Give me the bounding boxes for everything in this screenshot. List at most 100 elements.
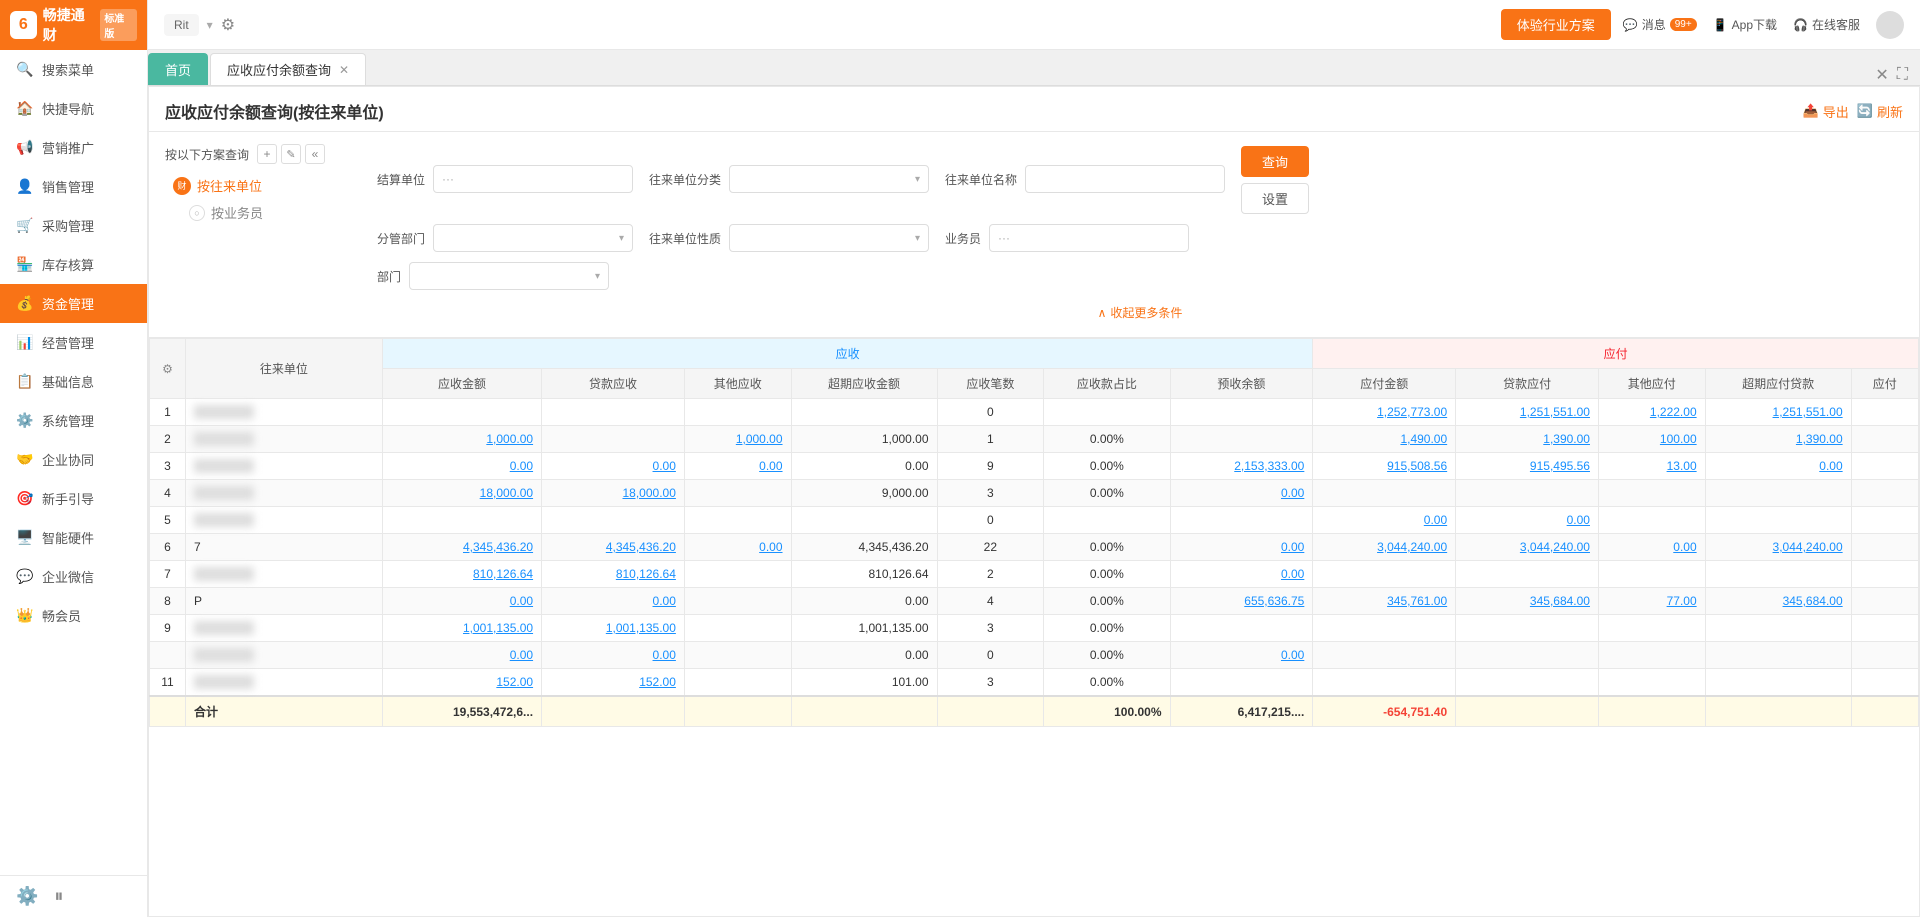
collapse-scheme-button[interactable]: « <box>305 144 325 164</box>
table-cell[interactable]: 655,636.75 <box>1170 588 1313 615</box>
gear-icon[interactable]: ⚙ <box>221 15 235 35</box>
table-cell[interactable]: 0.00 <box>1705 453 1851 480</box>
partner-nature-select[interactable]: ▾ <box>729 224 929 252</box>
table-cell[interactable]: 1,251,551.00 <box>1705 399 1851 426</box>
sidebar-item-system[interactable]: ⚙️ 系统管理 <box>0 401 147 440</box>
table-cell[interactable]: 100.00 <box>1598 426 1705 453</box>
refresh-button[interactable]: 🔄 刷新 <box>1857 102 1903 121</box>
table-cell[interactable]: 0.00 <box>1456 507 1599 534</box>
user-avatar[interactable] <box>1876 11 1904 39</box>
table-cell[interactable]: 0.00 <box>1170 561 1313 588</box>
sidebar-item-sales[interactable]: 👤 销售管理 <box>0 167 147 206</box>
table-cell[interactable]: 3,044,240.00 <box>1313 534 1456 561</box>
collapse-more-button[interactable]: ∧ 收起更多条件 <box>377 300 1903 325</box>
sidebar-item-operation[interactable]: 📊 经营管理 <box>0 323 147 362</box>
partner-name-input[interactable] <box>1025 165 1225 193</box>
table-cell[interactable]: 0.00 <box>684 453 791 480</box>
sidebar-item-basic-info[interactable]: 📋 基础信息 <box>0 362 147 401</box>
table-cell[interactable]: 810,126.64 <box>542 561 685 588</box>
company-name[interactable]: Rit <box>164 14 199 36</box>
app-download-action[interactable]: 📱 App下载 <box>1713 16 1777 33</box>
table-cell[interactable]: 0.00 <box>382 588 541 615</box>
sidebar-item-inventory[interactable]: 🏪 库存核算 <box>0 245 147 284</box>
table-cell[interactable]: 345,684.00 <box>1456 588 1599 615</box>
dept-select[interactable]: ▾ <box>409 262 609 290</box>
table-cell[interactable]: 0.00 <box>382 453 541 480</box>
sidebar-item-quick-nav[interactable]: 🏠 快捷导航 <box>0 89 147 128</box>
tab-close-icon[interactable]: ✕ <box>339 63 349 77</box>
sidebar-settings-icon[interactable]: ⚙️ <box>16 886 38 907</box>
table-cell[interactable]: 3,044,240.00 <box>1705 534 1851 561</box>
table-cell[interactable]: 0.00 <box>1170 642 1313 669</box>
table-cell[interactable]: 1,000.00 <box>382 426 541 453</box>
table-cell[interactable]: 0.00 <box>684 534 791 561</box>
table-cell[interactable]: 0.00 <box>542 453 685 480</box>
table-cell[interactable]: 1,252,773.00 <box>1313 399 1456 426</box>
add-scheme-button[interactable]: + <box>257 144 277 164</box>
sidebar-item-member[interactable]: 👑 畅会员 <box>0 596 147 635</box>
salesman-input[interactable]: ··· <box>989 224 1189 252</box>
settlement-input[interactable]: ··· <box>433 165 633 193</box>
table-cell[interactable]: 152.00 <box>542 669 685 697</box>
sidebar-item-marketing[interactable]: 📢 营销推广 <box>0 128 147 167</box>
table-cell[interactable]: 18,000.00 <box>382 480 541 507</box>
table-cell[interactable]: 77.00 <box>1598 588 1705 615</box>
table-cell[interactable]: 1,390.00 <box>1705 426 1851 453</box>
sidebar-collapse-icon[interactable]: ⏸ <box>54 886 63 907</box>
table-cell[interactable]: 18,000.00 <box>542 480 685 507</box>
table-cell[interactable]: 4,345,436.20 <box>382 534 541 561</box>
table-cell[interactable]: 1,001,135.00 <box>382 615 541 642</box>
solution-button[interactable]: 体验行业方案 <box>1501 9 1611 40</box>
table-cell[interactable]: 1,490.00 <box>1313 426 1456 453</box>
table-cell[interactable]: 915,508.56 <box>1313 453 1456 480</box>
table-cell[interactable]: 4,345,436.20 <box>542 534 685 561</box>
sidebar-item-guide[interactable]: 🎯 新手引导 <box>0 479 147 518</box>
table-cell[interactable]: 0.00 <box>1170 480 1313 507</box>
table-cell[interactable]: 0.00 <box>1313 507 1456 534</box>
table-cell[interactable]: 152.00 <box>382 669 541 697</box>
tab-ar-ap[interactable]: 应收应付余额查询 ✕ <box>210 53 366 85</box>
table-cell[interactable]: 0.00 <box>542 588 685 615</box>
sidebar-item-search[interactable]: 🔍 搜索菜单 <box>0 50 147 89</box>
table-cell[interactable]: 0.00 <box>382 642 541 669</box>
table-cell <box>684 669 791 697</box>
edit-scheme-button[interactable]: ✎ <box>281 144 301 164</box>
sidebar-item-finance[interactable]: 💰 资金管理 <box>0 284 147 323</box>
export-button[interactable]: 📤 导出 <box>1803 102 1849 121</box>
table-cell[interactable]: 13.00 <box>1598 453 1705 480</box>
table-cell[interactable]: 1,001,135.00 <box>542 615 685 642</box>
table-cell[interactable]: 1,390.00 <box>1456 426 1599 453</box>
table-cell[interactable]: 0.00 <box>1598 534 1705 561</box>
table-cell[interactable]: 0.00 <box>1170 534 1313 561</box>
tab-expand-icon[interactable]: ⛶ <box>1897 66 1908 84</box>
partner-category-select[interactable]: ▾ <box>729 165 929 193</box>
table-cell: 9,000.00 <box>791 480 937 507</box>
sidebar-item-hardware[interactable]: 🖥️ 智能硬件 <box>0 518 147 557</box>
online-service-action[interactable]: 🎧 在线客服 <box>1793 16 1860 33</box>
col-ap-other: 其他应付 <box>1598 369 1705 399</box>
query-button[interactable]: 查询 <box>1241 146 1309 177</box>
table-cell[interactable]: 1,000.00 <box>684 426 791 453</box>
managed-dept-select[interactable]: ▾ <box>433 224 633 252</box>
table-setting-icon[interactable]: ⚙ <box>162 362 173 376</box>
sidebar-item-purchase[interactable]: 🛒 采购管理 <box>0 206 147 245</box>
table-cell[interactable]: 915,495.56 <box>1456 453 1599 480</box>
table-cell[interactable]: 345,684.00 <box>1705 588 1851 615</box>
sidebar-item-cooperation[interactable]: 🤝 企业协同 <box>0 440 147 479</box>
table-cell[interactable]: 2,153,333.00 <box>1170 453 1313 480</box>
table-cell[interactable]: 345,761.00 <box>1313 588 1456 615</box>
table-cell[interactable]: 1,222.00 <box>1598 399 1705 426</box>
filter-option-by-partner[interactable]: 财 按往来单位 <box>165 172 365 199</box>
sidebar-item-wechat[interactable]: 💬 企业微信 <box>0 557 147 596</box>
message-action[interactable]: 💬 消息 99+ <box>1623 16 1697 33</box>
table-cell[interactable]: 810,126.64 <box>382 561 541 588</box>
table-cell: 3 <box>150 453 186 480</box>
filter-option-by-salesman[interactable]: ○ 按业务员 <box>165 199 365 226</box>
set-button[interactable]: 设置 <box>1241 183 1309 214</box>
table-cell[interactable]: 0.00 <box>542 642 685 669</box>
tab-home[interactable]: 首页 <box>148 53 208 85</box>
table-cell[interactable]: 3,044,240.00 <box>1456 534 1599 561</box>
tab-close-all-icon[interactable]: ✕ <box>1875 65 1888 85</box>
table-cell[interactable]: 1,251,551.00 <box>1456 399 1599 426</box>
table-cell <box>1598 642 1705 669</box>
